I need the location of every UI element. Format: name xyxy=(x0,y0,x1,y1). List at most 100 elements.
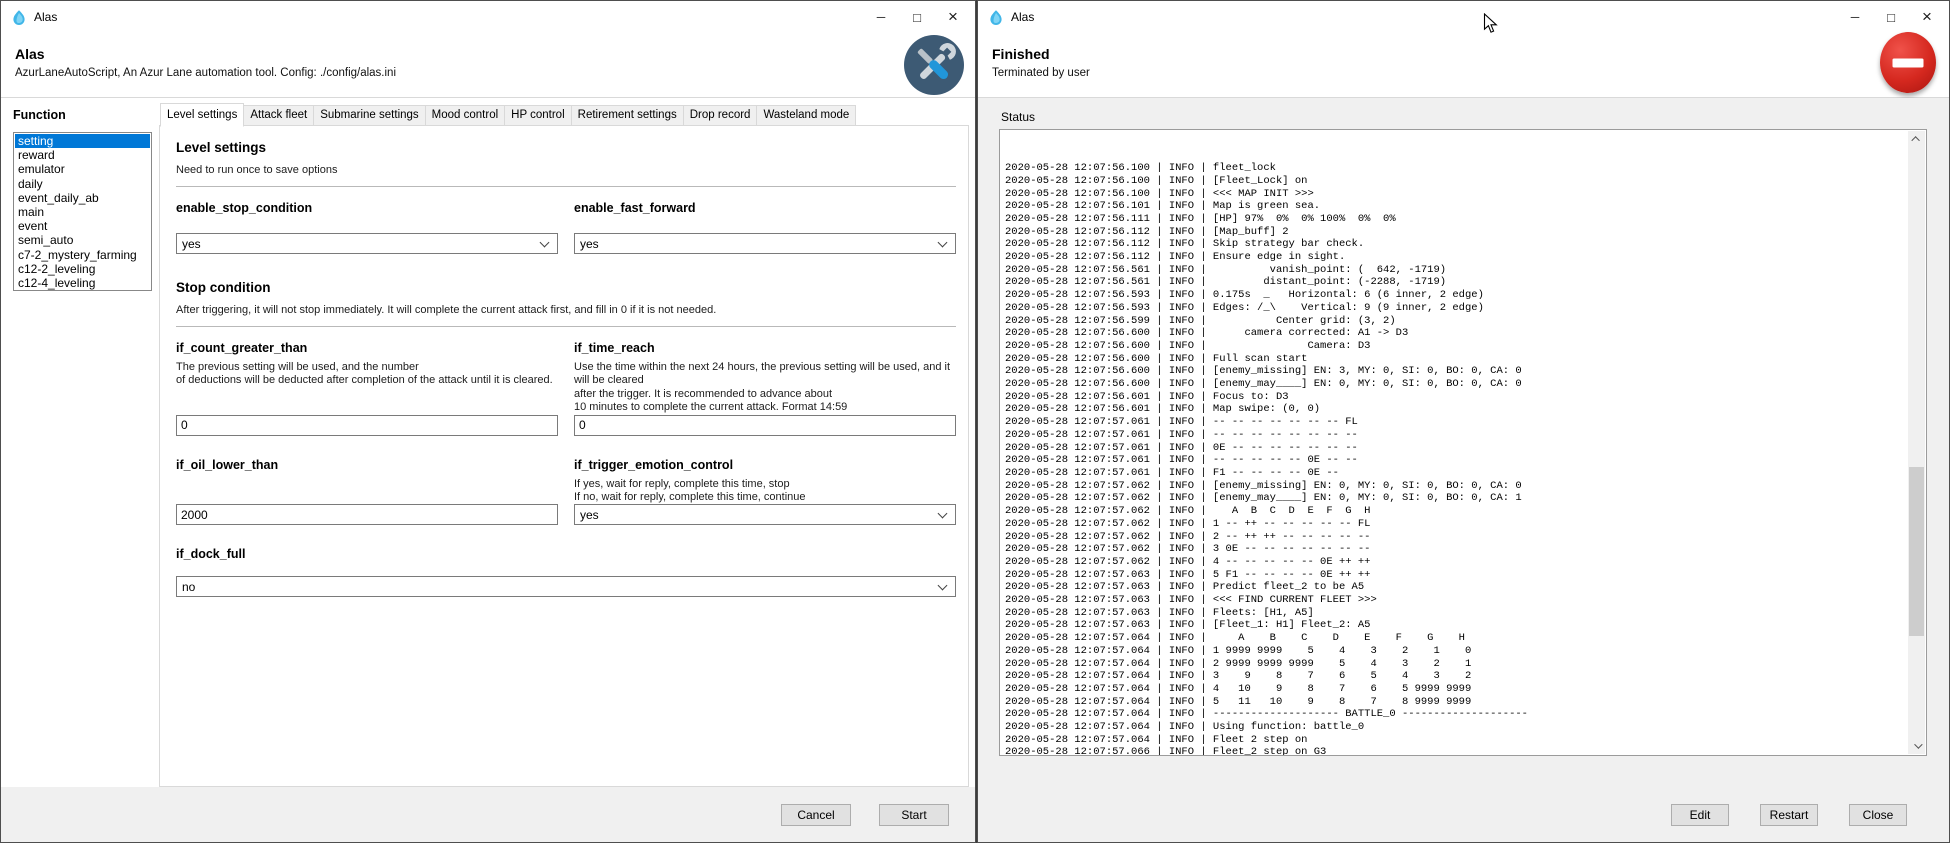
minimize-button[interactable]: ─ xyxy=(863,2,899,32)
scrollbar-thumb[interactable] xyxy=(1909,467,1924,635)
tab-page-level-settings: Level settings Need to run once to save … xyxy=(159,125,969,787)
function-panel: Function settingrewardemulatordailyevent… xyxy=(13,108,152,291)
settings-tab[interactable]: Wasteland mode xyxy=(756,105,856,126)
log-line: 2020-05-28 12:07:57.064 | INFO | 5 11 10… xyxy=(1005,696,1907,709)
close-button[interactable]: × xyxy=(1909,2,1945,32)
settings-tab[interactable]: HP control xyxy=(504,105,571,126)
function-list-item[interactable]: c12-4_leveling xyxy=(15,276,150,290)
settings-tab-control: Level settingsAttack fleetSubmarine sett… xyxy=(159,102,969,787)
settings-tab[interactable]: Level settings xyxy=(160,103,244,127)
function-list-item[interactable]: semi_auto xyxy=(15,233,150,247)
field-desc: If yes, wait for reply, complete this ti… xyxy=(574,478,956,505)
log-line: 2020-05-28 12:07:57.062 | INFO | 1 -- ++… xyxy=(1005,518,1907,531)
cancel-button[interactable]: Cancel xyxy=(781,804,851,826)
scroll-down-icon[interactable] xyxy=(1908,738,1925,754)
restart-button[interactable]: Restart xyxy=(1760,804,1818,826)
selected-value: no xyxy=(182,580,195,594)
function-list-item[interactable]: emulator xyxy=(15,162,150,176)
log-line: 2020-05-28 12:07:57.062 | INFO | 2 -- ++… xyxy=(1005,531,1907,544)
settings-tab[interactable]: Attack fleet xyxy=(243,105,314,126)
titlebar[interactable]: Alas ─ □ × xyxy=(1,1,975,33)
function-list-item[interactable]: event_daily_ab xyxy=(15,191,150,205)
settings-tabs: Level settingsAttack fleetSubmarine sett… xyxy=(159,102,969,126)
log-line: 2020-05-28 12:07:57.064 | INFO | 1 9999 … xyxy=(1005,645,1907,658)
log-line: 2020-05-28 12:07:57.061 | INFO | 0E -- -… xyxy=(1005,442,1907,455)
app-title: Alas xyxy=(15,46,961,62)
log-line: 2020-05-28 12:07:56.600 | INFO | [enemy_… xyxy=(1005,365,1907,378)
if-dock-full-select[interactable]: no xyxy=(176,576,956,597)
close-run-button[interactable]: Close xyxy=(1849,804,1907,826)
maximize-button[interactable]: □ xyxy=(899,2,935,32)
function-list-item[interactable]: main xyxy=(15,205,150,219)
if-count-greater-than-input[interactable] xyxy=(176,415,558,436)
log-line: 2020-05-28 12:07:56.561 | INFO | vanish_… xyxy=(1005,264,1907,277)
function-list-item[interactable]: c7-2_mystery_farming xyxy=(15,248,150,262)
app-subtitle: AzurLaneAutoScript, An Azur Lane automat… xyxy=(15,67,961,79)
log-line: 2020-05-28 12:07:57.064 | INFO | 3 9 8 7… xyxy=(1005,670,1907,683)
log-line: 2020-05-28 12:07:56.600 | INFO | camera … xyxy=(1005,327,1907,340)
field-if-dock-full: if_dock_full no xyxy=(176,547,956,597)
tools-icon xyxy=(904,35,964,95)
log-line: 2020-05-28 12:07:56.561 | INFO | distant… xyxy=(1005,276,1907,289)
maximize-button[interactable]: □ xyxy=(1873,2,1909,32)
log-line: 2020-05-28 12:07:57.064 | INFO | A B C D… xyxy=(1005,632,1907,645)
function-list: settingrewardemulatordailyevent_daily_ab… xyxy=(13,132,152,291)
status-area: Status 2020-05-28 12:07:56.100 | INFO | … xyxy=(978,98,1949,842)
if-time-reach-input[interactable] xyxy=(574,415,956,436)
log-line: 2020-05-28 12:07:56.112 | INFO | [Map_bu… xyxy=(1005,226,1907,239)
log-line: 2020-05-28 12:07:56.600 | INFO | Camera:… xyxy=(1005,340,1907,353)
enable-stop-condition-select[interactable]: yes xyxy=(176,233,558,254)
minimize-button[interactable]: ─ xyxy=(1837,2,1873,32)
alas-status-window: Alas ─ □ × Finished Terminated by user S… xyxy=(977,0,1950,843)
log-line: 2020-05-28 12:07:57.061 | INFO | -- -- -… xyxy=(1005,429,1907,442)
enable-fast-forward-select[interactable]: yes xyxy=(574,233,956,254)
alas-logo-icon xyxy=(11,9,27,25)
function-list-item[interactable]: c12-2_leveling xyxy=(15,262,150,276)
settings-tab[interactable]: Retirement settings xyxy=(571,105,684,126)
log-line: 2020-05-28 12:07:57.064 | INFO | Using f… xyxy=(1005,721,1907,734)
titlebar[interactable]: Alas ─ □ × xyxy=(978,1,1949,33)
section-title-level-settings: Level settings xyxy=(176,140,956,155)
section-desc-stop-condition: After triggering, it will not stop immed… xyxy=(176,304,956,316)
function-list-item[interactable]: event xyxy=(15,219,150,233)
field-enable-fast-forward: enable_fast_forward yes xyxy=(574,201,956,254)
function-list-item[interactable]: reward xyxy=(15,148,150,162)
log-line: 2020-05-28 12:07:56.600 | INFO | Full sc… xyxy=(1005,353,1907,366)
close-button[interactable]: × xyxy=(935,2,971,32)
window-title: Alas xyxy=(1011,10,1034,24)
log-line: 2020-05-28 12:07:57.062 | INFO | 3 0E --… xyxy=(1005,543,1907,556)
field-desc: The previous setting will be used, and t… xyxy=(176,361,558,388)
function-panel-label: Function xyxy=(13,108,152,122)
selected-value: yes xyxy=(182,237,201,251)
stopped-icon-bar xyxy=(1893,58,1924,67)
log-line: 2020-05-28 12:07:56.601 | INFO | Focus t… xyxy=(1005,391,1907,404)
field-label: enable_fast_forward xyxy=(574,201,956,215)
field-if-trigger-emotion-control: if_trigger_emotion_control If yes, wait … xyxy=(574,458,956,526)
section-divider xyxy=(176,326,956,327)
start-button[interactable]: Start xyxy=(879,804,949,826)
chevron-down-icon xyxy=(938,237,948,247)
function-list-item[interactable]: setting xyxy=(15,134,150,148)
window-chrome: Alas ─ □ × Finished Terminated by user xyxy=(978,1,1949,98)
config-footer: Cancel Start xyxy=(1,787,975,842)
alas-logo-icon xyxy=(988,9,1004,25)
field-desc: Use the time within the next 24 hours, t… xyxy=(574,361,956,415)
settings-tab[interactable]: Mood control xyxy=(425,105,505,126)
settings-tab[interactable]: Drop record xyxy=(683,105,758,126)
log-line: 2020-05-28 12:07:56.599 | INFO | Center … xyxy=(1005,315,1907,328)
edit-button[interactable]: Edit xyxy=(1671,804,1729,826)
log-line: 2020-05-28 12:07:57.062 | INFO | A B C D… xyxy=(1005,505,1907,518)
log-line: 2020-05-28 12:07:56.593 | INFO | 0.175s … xyxy=(1005,289,1907,302)
if-oil-lower-than-input[interactable] xyxy=(176,504,558,525)
log-line: 2020-05-28 12:07:56.112 | INFO | Skip st… xyxy=(1005,238,1907,251)
function-list-item[interactable]: daily xyxy=(15,177,150,191)
field-label: if_time_reach xyxy=(574,341,956,355)
scroll-up-icon[interactable] xyxy=(1908,131,1925,147)
chevron-down-icon xyxy=(540,237,550,247)
log-line: 2020-05-28 12:07:56.100 | INFO | [Fleet_… xyxy=(1005,175,1907,188)
log-output[interactable]: 2020-05-28 12:07:56.100 | INFO | fleet_l… xyxy=(999,129,1927,756)
log-line: 2020-05-28 12:07:56.111 | INFO | [HP] 97… xyxy=(1005,213,1907,226)
log-scrollbar[interactable] xyxy=(1908,131,1925,754)
settings-tab[interactable]: Submarine settings xyxy=(313,105,425,126)
if-trigger-emotion-control-select[interactable]: yes xyxy=(574,504,956,525)
